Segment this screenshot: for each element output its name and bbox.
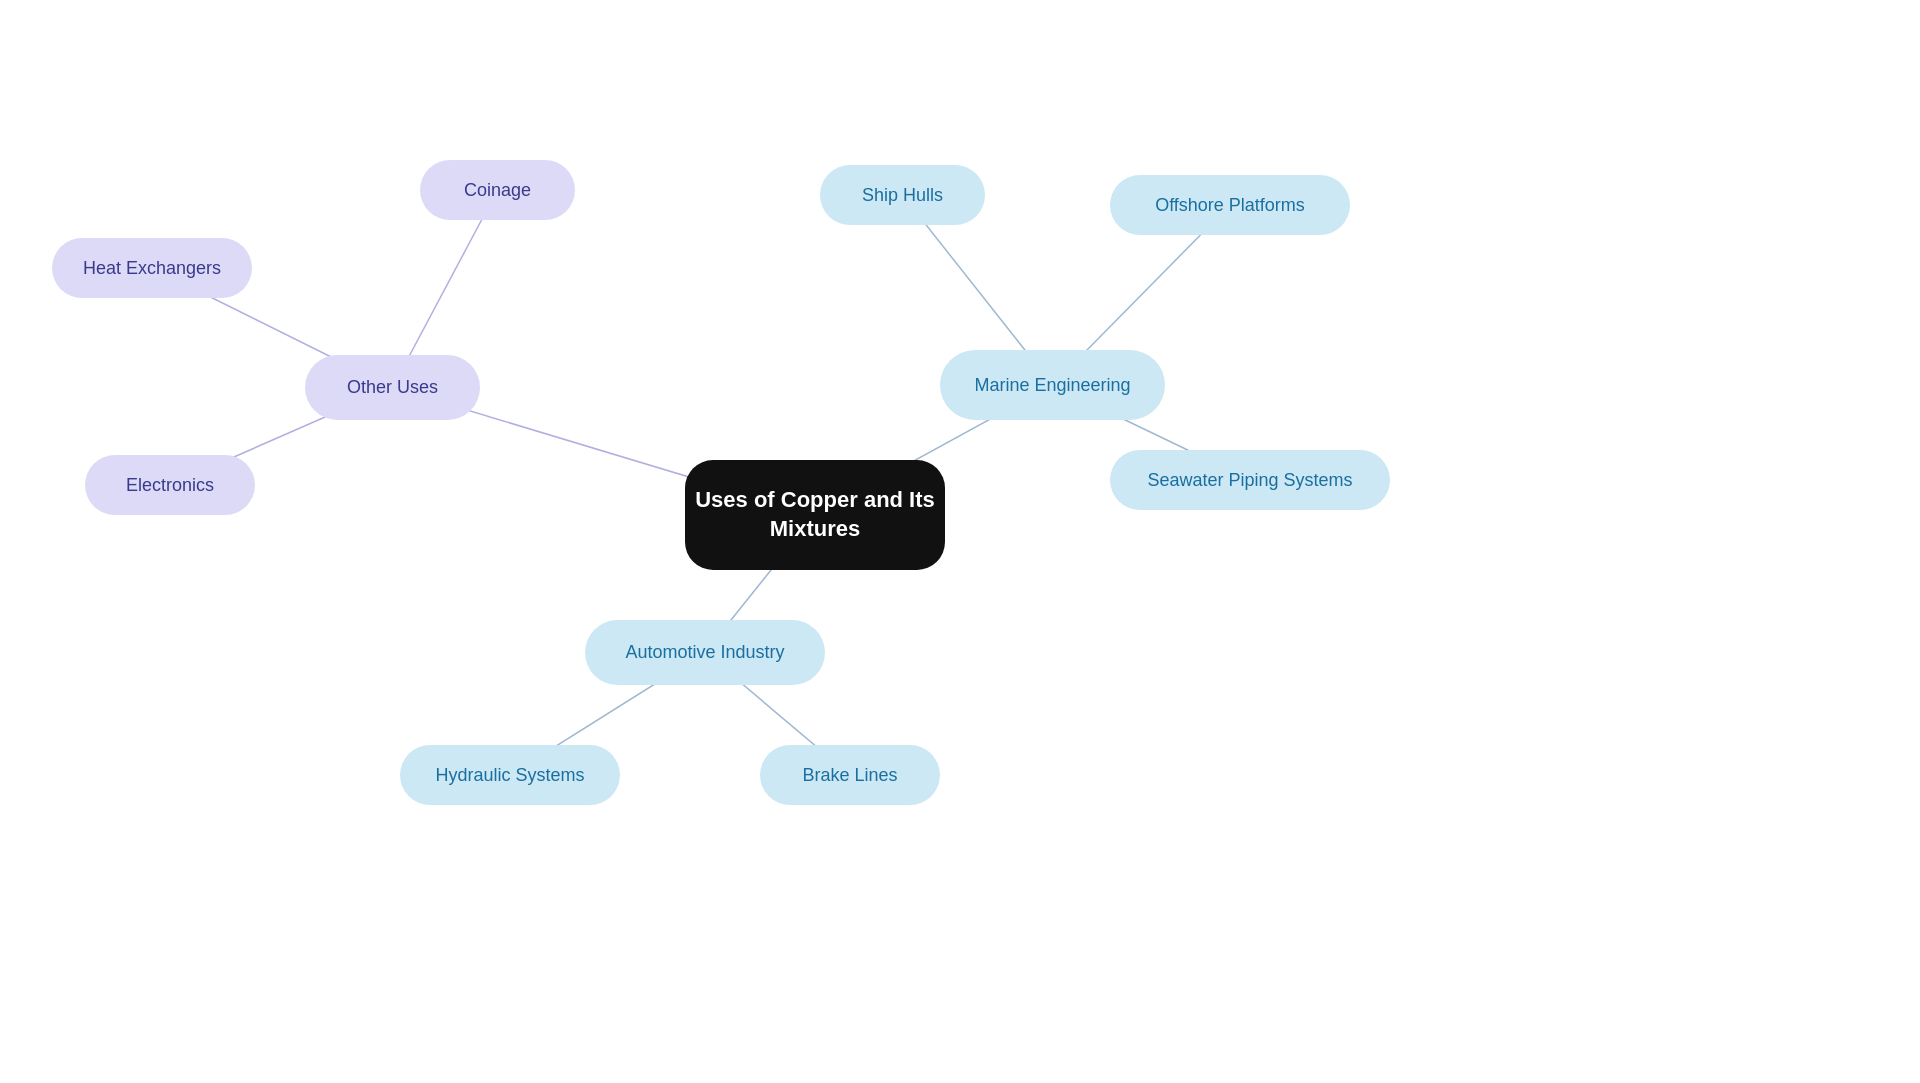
other-uses-node: Other Uses [305,355,480,420]
center-label: Uses of Copper and Its Mixtures [695,486,935,543]
heat-exchangers-node: Heat Exchangers [52,238,252,298]
automotive-industry-node: Automotive Industry [585,620,825,685]
coinage-node: Coinage [420,160,575,220]
coinage-label: Coinage [464,180,531,201]
electronics-label: Electronics [126,475,214,496]
ship-hulls-node: Ship Hulls [820,165,985,225]
other-uses-label: Other Uses [347,377,438,398]
marine-engineering-node: Marine Engineering [940,350,1165,420]
brake-lines-label: Brake Lines [802,765,897,786]
electronics-node: Electronics [85,455,255,515]
offshore-platforms-label: Offshore Platforms [1155,195,1305,216]
automotive-industry-label: Automotive Industry [625,642,784,663]
brake-lines-node: Brake Lines [760,745,940,805]
ship-hulls-label: Ship Hulls [862,185,943,206]
seawater-piping-node: Seawater Piping Systems [1110,450,1390,510]
marine-engineering-label: Marine Engineering [974,375,1130,396]
heat-exchangers-label: Heat Exchangers [83,258,221,279]
hydraulic-systems-label: Hydraulic Systems [435,765,584,786]
seawater-piping-label: Seawater Piping Systems [1147,470,1352,491]
center-node: Uses of Copper and Its Mixtures [685,460,945,570]
hydraulic-systems-node: Hydraulic Systems [400,745,620,805]
offshore-platforms-node: Offshore Platforms [1110,175,1350,235]
